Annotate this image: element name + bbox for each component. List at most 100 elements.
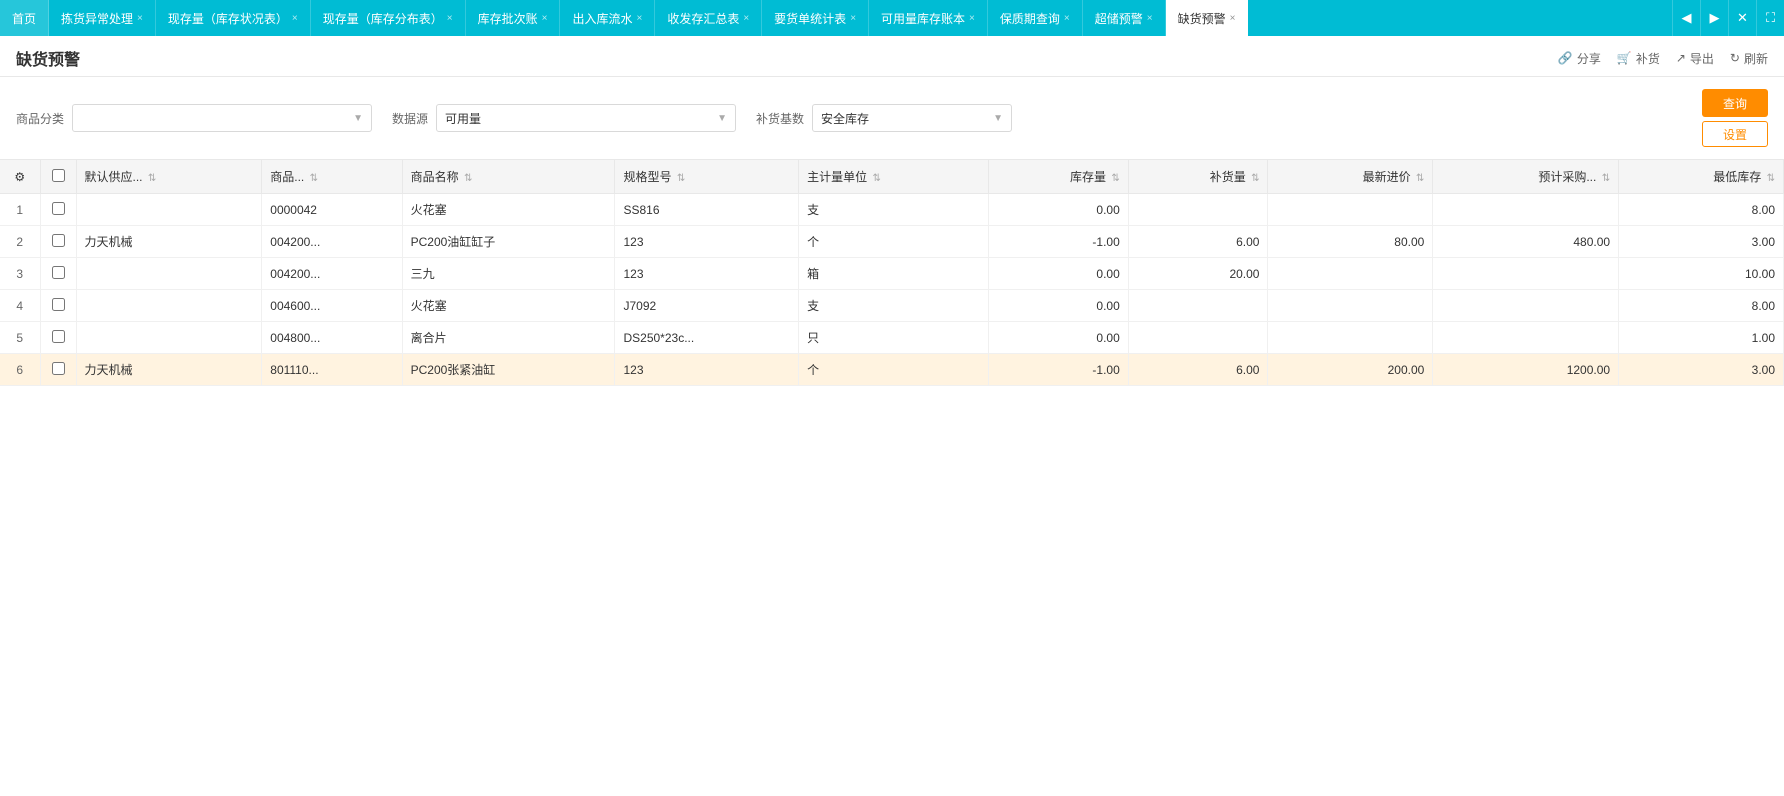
col-restock-qty[interactable]: 补货量 ⇅ [1128,160,1268,194]
col-spec[interactable]: 规格型号 ⇅ [615,160,799,194]
cell-spec: DS250*23c... [615,322,799,354]
row-checkbox-cell [40,322,76,354]
tab-expiry-query-label: 保质期查询 [1000,10,1060,27]
col-settings[interactable]: ⚙ [0,160,40,194]
col-checkbox[interactable] [40,160,76,194]
tab-summary[interactable]: 收发存汇总表 × [655,0,762,36]
category-filter-label: 商品分类 [16,110,64,127]
datasource-select[interactable]: 可用量 ▼ [436,104,736,132]
cell-default_supplier [76,290,262,322]
row-checkbox[interactable] [52,234,65,247]
row-checkbox[interactable] [52,330,65,343]
tab-inout-flow-close[interactable]: × [636,13,642,24]
tab-expiry-query[interactable]: 保质期查询 × [988,0,1083,36]
tab-stock-status-close[interactable]: × [292,13,298,24]
tab-overstock-warning-close[interactable]: × [1147,13,1153,24]
cell-latest_price [1268,322,1433,354]
tab-stock-dist-close[interactable]: × [447,13,453,24]
nav-prev-button[interactable]: ◀ [1672,0,1700,36]
refresh-action[interactable]: ↻ 刷新 [1730,50,1768,67]
cell-default_supplier: 力天机械 [76,226,262,258]
tab-inout-flow[interactable]: 出入库流水 × [560,0,655,36]
col-stock-label: 库存量 [1070,170,1106,184]
category-dropdown-icon: ▼ [353,113,363,124]
row-checkbox[interactable] [52,202,65,215]
category-select[interactable]: ▼ [72,104,372,132]
cell-restock_qty: 6.00 [1128,226,1268,258]
nav-controls: ◀ ▶ ✕ ⛶ [1672,0,1784,36]
restock-base-select[interactable]: 安全库存 ▼ [812,104,1012,132]
cell-unit: 支 [799,194,989,226]
tab-pick-anomaly-label: 拣货异常处理 [61,10,133,27]
cell-min_stock: 3.00 [1619,226,1784,258]
cell-product_code: 004800... [262,322,402,354]
row-num: 2 [0,226,40,258]
col-product-code-sort-icon: ⇅ [310,173,318,184]
row-checkbox-cell [40,226,76,258]
restock-icon: 🛒 [1617,51,1632,65]
tab-shortage-warning[interactable]: 缺货预警 × [1166,0,1249,36]
cell-spec: J7092 [615,290,799,322]
col-stock[interactable]: 库存量 ⇅ [989,160,1129,194]
row-checkbox[interactable] [52,266,65,279]
main-content: 缺货预警 🔗 分享 🛒 补货 ↗ 导出 ↻ 刷新 商品分类 [0,36,1784,796]
tab-home[interactable]: 首页 [0,0,49,36]
cell-unit: 个 [799,226,989,258]
table-row: 5004800...离合片DS250*23c...只0.001.00 [0,322,1784,354]
cell-product_code: 004200... [262,226,402,258]
tab-available-account[interactable]: 可用量库存账本 × [869,0,988,36]
cell-min_stock: 8.00 [1619,290,1784,322]
col-unit[interactable]: 主计量单位 ⇅ [799,160,989,194]
restock-action[interactable]: 🛒 补货 [1617,50,1660,67]
tab-available-account-close[interactable]: × [969,13,975,24]
col-product-code[interactable]: 商品... ⇅ [262,160,402,194]
table-row: 3004200...三九123箱0.0020.0010.00 [0,258,1784,290]
col-default-supplier-label: 默认供应... [85,170,143,184]
refresh-label: 刷新 [1744,50,1768,67]
settings-button[interactable]: 设置 [1702,121,1768,147]
restock-base-select-value: 安全库存 [821,110,869,127]
col-product-name[interactable]: 商品名称 ⇅ [402,160,615,194]
tab-expiry-query-close[interactable]: × [1064,13,1070,24]
nav-next-button[interactable]: ▶ [1700,0,1728,36]
col-est-purchase[interactable]: 预计采购... ⇅ [1433,160,1619,194]
export-action[interactable]: ↗ 导出 [1676,50,1714,67]
tab-overstock-warning-label: 超储预警 [1095,10,1143,27]
filter-actions: 查询 设置 [1702,89,1768,147]
col-default-supplier[interactable]: 默认供应... ⇅ [76,160,262,194]
cell-product_name: 火花塞 [402,194,615,226]
table-container: ⚙ 默认供应... ⇅ 商品... ⇅ 商品名称 ⇅ [0,159,1784,386]
tab-order-stats-close[interactable]: × [850,13,856,24]
query-button[interactable]: 查询 [1702,89,1768,117]
tab-summary-close[interactable]: × [743,13,749,24]
col-product-name-sort-icon: ⇅ [464,173,472,184]
tab-stock-dist[interactable]: 现存量（库存分布表） × [311,0,466,36]
share-label: 分享 [1577,50,1601,67]
nav-fullscreen-button[interactable]: ⛶ [1756,0,1784,36]
cell-restock_qty [1128,194,1268,226]
col-spec-label: 规格型号 [623,170,671,184]
cell-est_purchase: 480.00 [1433,226,1619,258]
tab-pick-anomaly-close[interactable]: × [137,13,143,24]
cell-stock: 0.00 [989,194,1129,226]
cell-latest_price: 200.00 [1268,354,1433,386]
tab-order-stats[interactable]: 要货单统计表 × [762,0,869,36]
nav-close-button[interactable]: ✕ [1728,0,1756,36]
col-latest-price-label: 最新进价 [1363,170,1411,184]
tab-overstock-warning[interactable]: 超储预警 × [1083,0,1166,36]
tab-stock-status[interactable]: 现存量（库存状况表） × [156,0,311,36]
share-action[interactable]: 🔗 分享 [1558,50,1601,67]
col-latest-price[interactable]: 最新进价 ⇅ [1268,160,1433,194]
tab-batch-account[interactable]: 库存批次账 × [466,0,561,36]
cell-spec: 123 [615,354,799,386]
col-min-stock[interactable]: 最低库存 ⇅ [1619,160,1784,194]
table-row: 2力天机械004200...PC200油缸缸子123个-1.006.0080.0… [0,226,1784,258]
row-checkbox[interactable] [52,298,65,311]
tab-batch-account-close[interactable]: × [542,13,548,24]
row-checkbox[interactable] [52,362,65,375]
tab-pick-anomaly[interactable]: 拣货异常处理 × [49,0,156,36]
tab-shortage-warning-close[interactable]: × [1230,13,1236,24]
cell-default_supplier [76,322,262,354]
select-all-checkbox[interactable] [52,169,65,182]
datasource-filter-group: 数据源 可用量 ▼ [392,104,736,132]
